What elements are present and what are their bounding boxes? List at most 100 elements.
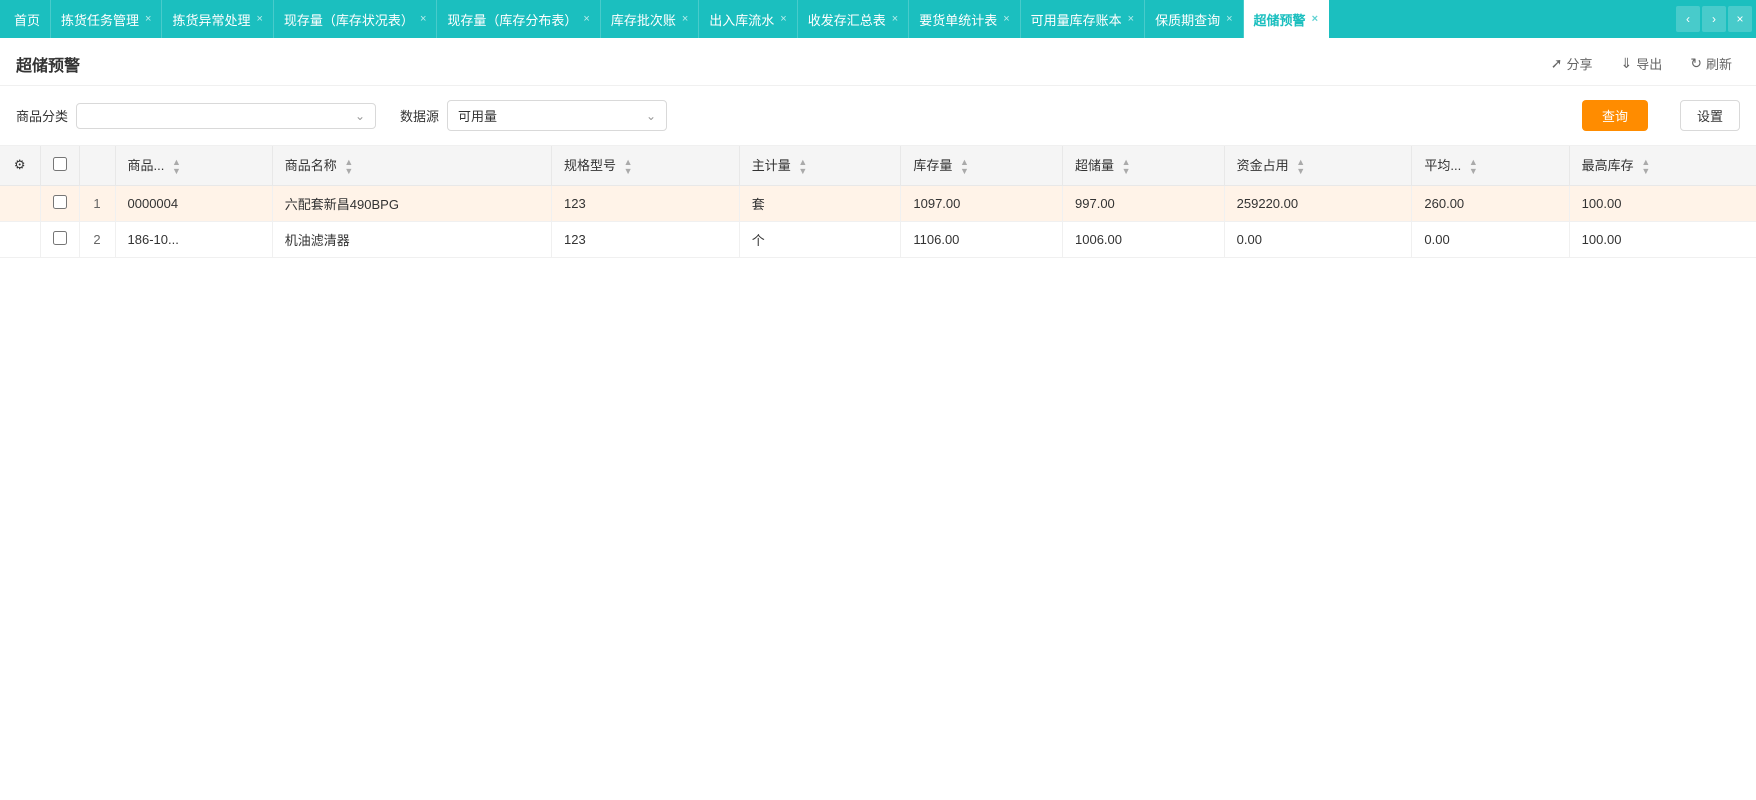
nav-item-label-available-ledger: 可用量库存账本 xyxy=(1031,10,1122,29)
row-stock_qty: 1106.00 xyxy=(901,221,1063,257)
category-label: 商品分类 xyxy=(16,106,68,125)
row-product_name: 六配套新昌490BPG xyxy=(272,185,551,221)
th-max-stock[interactable]: 最高库存 ▲▼ xyxy=(1569,146,1756,185)
nav-close-batch-account[interactable]: × xyxy=(682,13,688,25)
refresh-button[interactable]: ↻ 刷新 xyxy=(1682,50,1740,77)
category-select[interactable]: ⌄ xyxy=(76,103,376,129)
nav-item-home[interactable]: 首页 xyxy=(4,0,51,38)
share-button[interactable]: ➚ 分享 xyxy=(1543,50,1601,77)
row-spec: 123 xyxy=(552,185,740,221)
nav-close-stock-dist[interactable]: × xyxy=(583,13,589,25)
row-product_name: 机油滤清器 xyxy=(272,221,551,257)
nav-close-in-out-flow[interactable]: × xyxy=(780,13,786,25)
page-title: 超储预警 xyxy=(16,52,80,76)
export-icon: ⇓ xyxy=(1621,55,1633,72)
th-capital-occ[interactable]: 资金占用 ▲▼ xyxy=(1224,146,1412,185)
nav-arrow-right[interactable]: › xyxy=(1702,6,1726,32)
nav-item-available-ledger[interactable]: 可用量库存账本 × xyxy=(1021,0,1145,38)
nav-item-batch-account[interactable]: 库存批次账 × xyxy=(601,0,699,38)
nav-item-overstock-warning[interactable]: 超储预警 × xyxy=(1244,0,1329,38)
th-product-code[interactable]: 商品... ▲▼ xyxy=(115,146,272,185)
row-seq: 2 xyxy=(79,221,115,257)
row-checkbox-0[interactable] xyxy=(53,195,67,209)
row-max_stock: 100.00 xyxy=(1569,221,1756,257)
th-spec[interactable]: 规格型号 ▲▼ xyxy=(552,146,740,185)
th-gear[interactable]: ⚙ xyxy=(0,146,40,185)
row-max_stock: 100.00 xyxy=(1569,185,1756,221)
nav-item-label-in-out-flow: 出入库流水 xyxy=(709,10,774,29)
table-row: 10000004六配套新昌490BPG123套1097.00997.002592… xyxy=(0,185,1756,221)
datasource-chevron-icon: ⌄ xyxy=(646,109,656,123)
top-nav: 首页 拣货任务管理×拣货异常处理×现存量（库存状况表）×现存量（库存分布表）×库… xyxy=(0,0,1756,38)
nav-item-label-quality-check: 保质期查询 xyxy=(1155,10,1220,29)
nav-close-stock-status[interactable]: × xyxy=(420,13,426,25)
share-icon: ➚ xyxy=(1551,55,1563,72)
nav-close-abnormal[interactable]: × xyxy=(256,13,262,25)
th-avg[interactable]: 平均... ▲▼ xyxy=(1412,146,1569,185)
nav-item-label-order-stats: 要货单统计表 xyxy=(919,10,997,29)
nav-item-task-mgmt[interactable]: 拣货任务管理× xyxy=(51,0,162,38)
refresh-label: 刷新 xyxy=(1706,54,1732,73)
nav-item-in-out-flow[interactable]: 出入库流水 × xyxy=(699,0,797,38)
nav-item-quality-check[interactable]: 保质期查询 × xyxy=(1145,0,1243,38)
nav-arrow-close[interactable]: × xyxy=(1728,6,1752,32)
table-container: ⚙ 商品... ▲▼ 商品名称 ▲▼ 规格型号 xyxy=(0,146,1756,258)
th-stock-qty[interactable]: 库存量 ▲▼ xyxy=(901,146,1063,185)
nav-close-receive-send[interactable]: × xyxy=(892,13,898,25)
nav-close-available-ledger[interactable]: × xyxy=(1128,13,1134,25)
nav-item-home-label: 首页 xyxy=(14,10,40,29)
nav-item-label-abnormal: 拣货异常处理 xyxy=(172,10,250,29)
category-filter-group: 商品分类 ⌄ xyxy=(16,103,376,129)
main-content: 超储预警 ➚ 分享 ⇓ 导出 ↻ 刷新 商品分类 ⌄ 数据源 xyxy=(0,38,1756,800)
query-button[interactable]: 查询 xyxy=(1582,100,1648,131)
row-capital_occ: 259220.00 xyxy=(1224,185,1412,221)
sort-icon-over-qty: ▲▼ xyxy=(1122,158,1131,176)
nav-item-label-stock-status: 现存量（库存状况表） xyxy=(284,10,414,29)
nav-item-order-stats[interactable]: 要货单统计表 × xyxy=(909,0,1020,38)
row-over_qty: 1006.00 xyxy=(1063,221,1225,257)
page-header: 超储预警 ➚ 分享 ⇓ 导出 ↻ 刷新 xyxy=(0,38,1756,86)
nav-item-label-overstock-warning: 超储预警 xyxy=(1254,10,1306,29)
row-product_code: 0000004 xyxy=(115,185,272,221)
nav-item-label-stock-dist: 现存量（库存分布表） xyxy=(447,10,577,29)
share-label: 分享 xyxy=(1566,54,1592,73)
export-button[interactable]: ⇓ 导出 xyxy=(1613,50,1671,77)
row-checkbox-cell xyxy=(40,221,79,257)
nav-close-task-mgmt[interactable]: × xyxy=(145,13,151,25)
row-checkbox-1[interactable] xyxy=(53,231,67,245)
nav-close-overstock-warning[interactable]: × xyxy=(1312,13,1318,25)
nav-item-receive-send[interactable]: 收发存汇总表 × xyxy=(798,0,909,38)
nav-item-label-batch-account: 库存批次账 xyxy=(611,10,676,29)
nav-item-stock-status[interactable]: 现存量（库存状况表） × xyxy=(274,0,437,38)
row-spec: 123 xyxy=(552,221,740,257)
row-seq: 1 xyxy=(79,185,115,221)
row-unit: 套 xyxy=(739,185,901,221)
nav-item-stock-dist[interactable]: 现存量（库存分布表） × xyxy=(437,0,600,38)
table-row: 2186-10...机油滤清器123个1106.001006.000.000.0… xyxy=(0,221,1756,257)
nav-item-abnormal[interactable]: 拣货异常处理 × xyxy=(162,0,273,38)
sort-icon-unit: ▲▼ xyxy=(798,158,807,176)
nav-arrow-left[interactable]: ‹ xyxy=(1676,6,1700,32)
nav-arrows: ‹ › × xyxy=(1676,6,1752,32)
row-avg: 0.00 xyxy=(1412,221,1569,257)
refresh-icon: ↻ xyxy=(1690,55,1702,72)
row-over_qty: 997.00 xyxy=(1063,185,1225,221)
th-over-qty[interactable]: 超储量 ▲▼ xyxy=(1063,146,1225,185)
sort-icon-product-code: ▲▼ xyxy=(172,158,181,176)
row-avg: 260.00 xyxy=(1412,185,1569,221)
datasource-select[interactable]: 可用量 ⌄ xyxy=(447,100,667,131)
th-product-name[interactable]: 商品名称 ▲▼ xyxy=(272,146,551,185)
th-checkbox[interactable] xyxy=(40,146,79,185)
header-actions: ➚ 分享 ⇓ 导出 ↻ 刷新 xyxy=(1543,50,1740,77)
nav-close-order-stats[interactable]: × xyxy=(1003,13,1009,25)
nav-item-label-receive-send: 收发存汇总表 xyxy=(808,10,886,29)
select-all-checkbox[interactable] xyxy=(53,157,67,171)
sort-icon-product-name: ▲▼ xyxy=(344,158,353,176)
gear-icon: ⚙ xyxy=(14,157,26,172)
datasource-label: 数据源 xyxy=(400,106,439,125)
settings-button[interactable]: 设置 xyxy=(1680,100,1740,131)
sort-icon-avg: ▲▼ xyxy=(1469,158,1478,176)
th-unit[interactable]: 主计量 ▲▼ xyxy=(739,146,901,185)
row-unit: 个 xyxy=(739,221,901,257)
nav-close-quality-check[interactable]: × xyxy=(1226,13,1232,25)
